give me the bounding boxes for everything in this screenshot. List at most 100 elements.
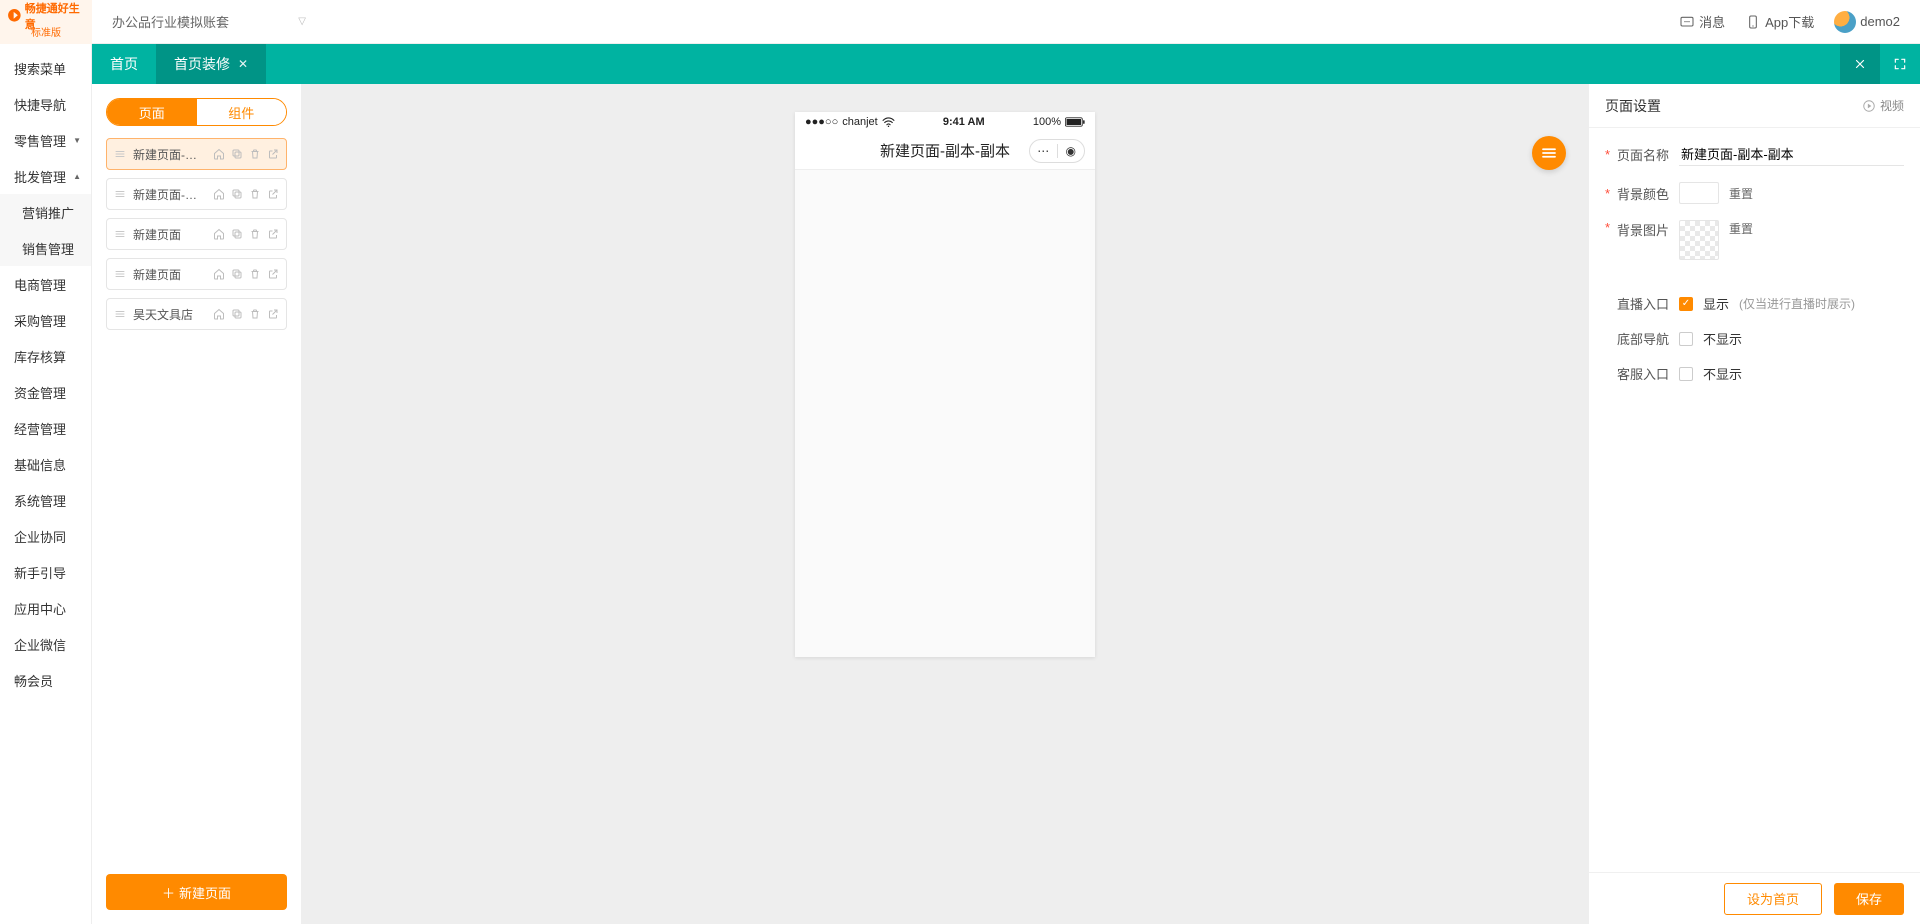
video-label: 视频 [1880,97,1904,114]
page-name: 新建页面-副本 [133,186,206,203]
nav-item[interactable]: 企业微信 [0,626,91,662]
drag-handle-icon[interactable] [113,307,127,321]
nav-item[interactable]: 新手引导 [0,554,91,590]
service-entry-checkbox[interactable] [1679,367,1693,381]
nav-item[interactable]: 资金管理 [0,374,91,410]
trash-icon[interactable] [248,147,262,161]
bg-color-swatch[interactable] [1679,182,1719,204]
topbar: 畅捷通好生意 标准版 办公品行业模拟账套 ▽ 消息 App下载 demo2 [0,0,1920,44]
add-page-label: 新建页面 [179,883,231,902]
avatar [1834,11,1856,33]
page-name: 新建页面-副本... [133,146,206,163]
page-name-input[interactable] [1679,142,1904,166]
trash-icon[interactable] [248,187,262,201]
bg-image-reset[interactable]: 重置 [1729,220,1753,237]
segment-page[interactable]: 页面 [107,99,197,125]
home-icon[interactable] [212,307,226,321]
drag-handle-icon[interactable] [113,147,127,161]
nav-item[interactable]: 系统管理 [0,482,91,518]
drag-handle-icon[interactable] [113,227,127,241]
nav-item[interactable]: 经营管理 [0,410,91,446]
app-download-button[interactable]: App下载 [1745,12,1814,31]
close-icon[interactable]: ✕ [238,57,248,71]
page-name: 新建页面 [133,226,206,243]
settings-panel: 页面设置 视频 * 页面名称 * 背景颜色 [1588,84,1920,924]
live-entry-checkbox[interactable]: ✓ [1679,297,1693,311]
home-icon[interactable] [212,227,226,241]
live-entry-label: 直播入口 [1617,294,1679,313]
nav-subitem[interactable]: 营销推广 [0,194,91,230]
nav-subitem[interactable]: 销售管理 [0,230,91,266]
home-icon[interactable] [212,267,226,281]
copy-icon[interactable] [230,187,244,201]
drag-handle-icon[interactable] [113,267,127,281]
nav-item[interactable]: 采购管理 [0,302,91,338]
capsule-close-icon[interactable]: ◉ [1058,144,1085,158]
nav-item[interactable]: 电商管理 [0,266,91,302]
share-icon[interactable] [266,227,280,241]
share-icon[interactable] [266,147,280,161]
share-icon[interactable] [266,187,280,201]
message-button[interactable]: 消息 [1679,12,1725,31]
message-icon [1679,14,1695,30]
save-button[interactable]: 保存 [1834,883,1904,915]
page-row[interactable]: 昊天文具店 [106,298,287,330]
trash-icon[interactable] [248,227,262,241]
phone-body [795,170,1095,657]
nav-item[interactable]: 库存核算 [0,338,91,374]
logo[interactable]: 畅捷通好生意 标准版 [0,0,92,44]
page-name-label: 页面名称 [1617,145,1679,164]
phone-time: 9:41 AM [943,116,985,128]
home-icon[interactable] [212,187,226,201]
bottom-nav-value: 不显示 [1703,329,1742,348]
nav-item[interactable]: 搜索菜单 [0,50,91,86]
nav-item[interactable]: 批发管理▲ [0,158,91,194]
bg-color-reset[interactable]: 重置 [1729,185,1753,202]
share-icon[interactable] [266,267,280,281]
add-page-button[interactable]: ＋ 新建页面 [106,874,287,910]
page-row[interactable]: 新建页面 [106,218,287,250]
user-menu[interactable]: demo2 [1834,11,1900,33]
nav-item[interactable]: 畅会员 [0,662,91,698]
phone-title: 新建页面-副本-副本 [880,140,1010,161]
segment-component[interactable]: 组件 [197,99,287,125]
nav-item[interactable]: 应用中心 [0,590,91,626]
account-set-select[interactable]: 办公品行业模拟账套 ▽ [104,7,314,37]
live-entry-value: 显示 [1703,294,1729,313]
pages-column: 页面 组件 新建页面-副本...新建页面-副本新建页面新建页面昊天文具店 ＋ 新… [92,84,302,924]
menu-fab[interactable] [1532,136,1566,170]
page-row[interactable]: 新建页面-副本 [106,178,287,210]
drag-handle-icon[interactable] [113,187,127,201]
tabs-close-all[interactable] [1840,44,1880,84]
page-row[interactable]: 新建页面-副本... [106,138,287,170]
service-entry-value: 不显示 [1703,364,1742,383]
miniapp-capsule[interactable]: ⋯ ◉ [1029,139,1085,163]
live-entry-hint: (仅当进行直播时展示) [1739,295,1855,312]
nav-item[interactable]: 企业协同 [0,518,91,554]
settings-title: 页面设置 [1605,96,1661,116]
share-icon[interactable] [266,307,280,321]
wifi-icon [882,117,895,127]
copy-icon[interactable] [230,227,244,241]
fullscreen-button[interactable] [1880,44,1920,84]
home-icon[interactable] [212,147,226,161]
bg-image-swatch[interactable] [1679,220,1719,260]
tab-decor[interactable]: 首页装修 ✕ [156,44,266,84]
tab-home[interactable]: 首页 [92,44,156,84]
brand-glyph-icon [6,7,23,25]
capsule-menu-icon[interactable]: ⋯ [1030,144,1057,158]
bottom-nav-checkbox[interactable] [1679,332,1693,346]
copy-icon[interactable] [230,147,244,161]
nav-item[interactable]: 零售管理▼ [0,122,91,158]
page-row[interactable]: 新建页面 [106,258,287,290]
nav-item[interactable]: 快捷导航 [0,86,91,122]
trash-icon[interactable] [248,307,262,321]
topbar-right: 消息 App下载 demo2 [1679,11,1920,33]
set-home-button[interactable]: 设为首页 [1724,883,1822,915]
workspace: 首页 首页装修 ✕ 页面 组件 新建页面-副本...新建页面-副本新建页面新建页… [92,44,1920,924]
nav-item[interactable]: 基础信息 [0,446,91,482]
video-help-button[interactable]: 视频 [1862,97,1904,114]
trash-icon[interactable] [248,267,262,281]
copy-icon[interactable] [230,267,244,281]
copy-icon[interactable] [230,307,244,321]
